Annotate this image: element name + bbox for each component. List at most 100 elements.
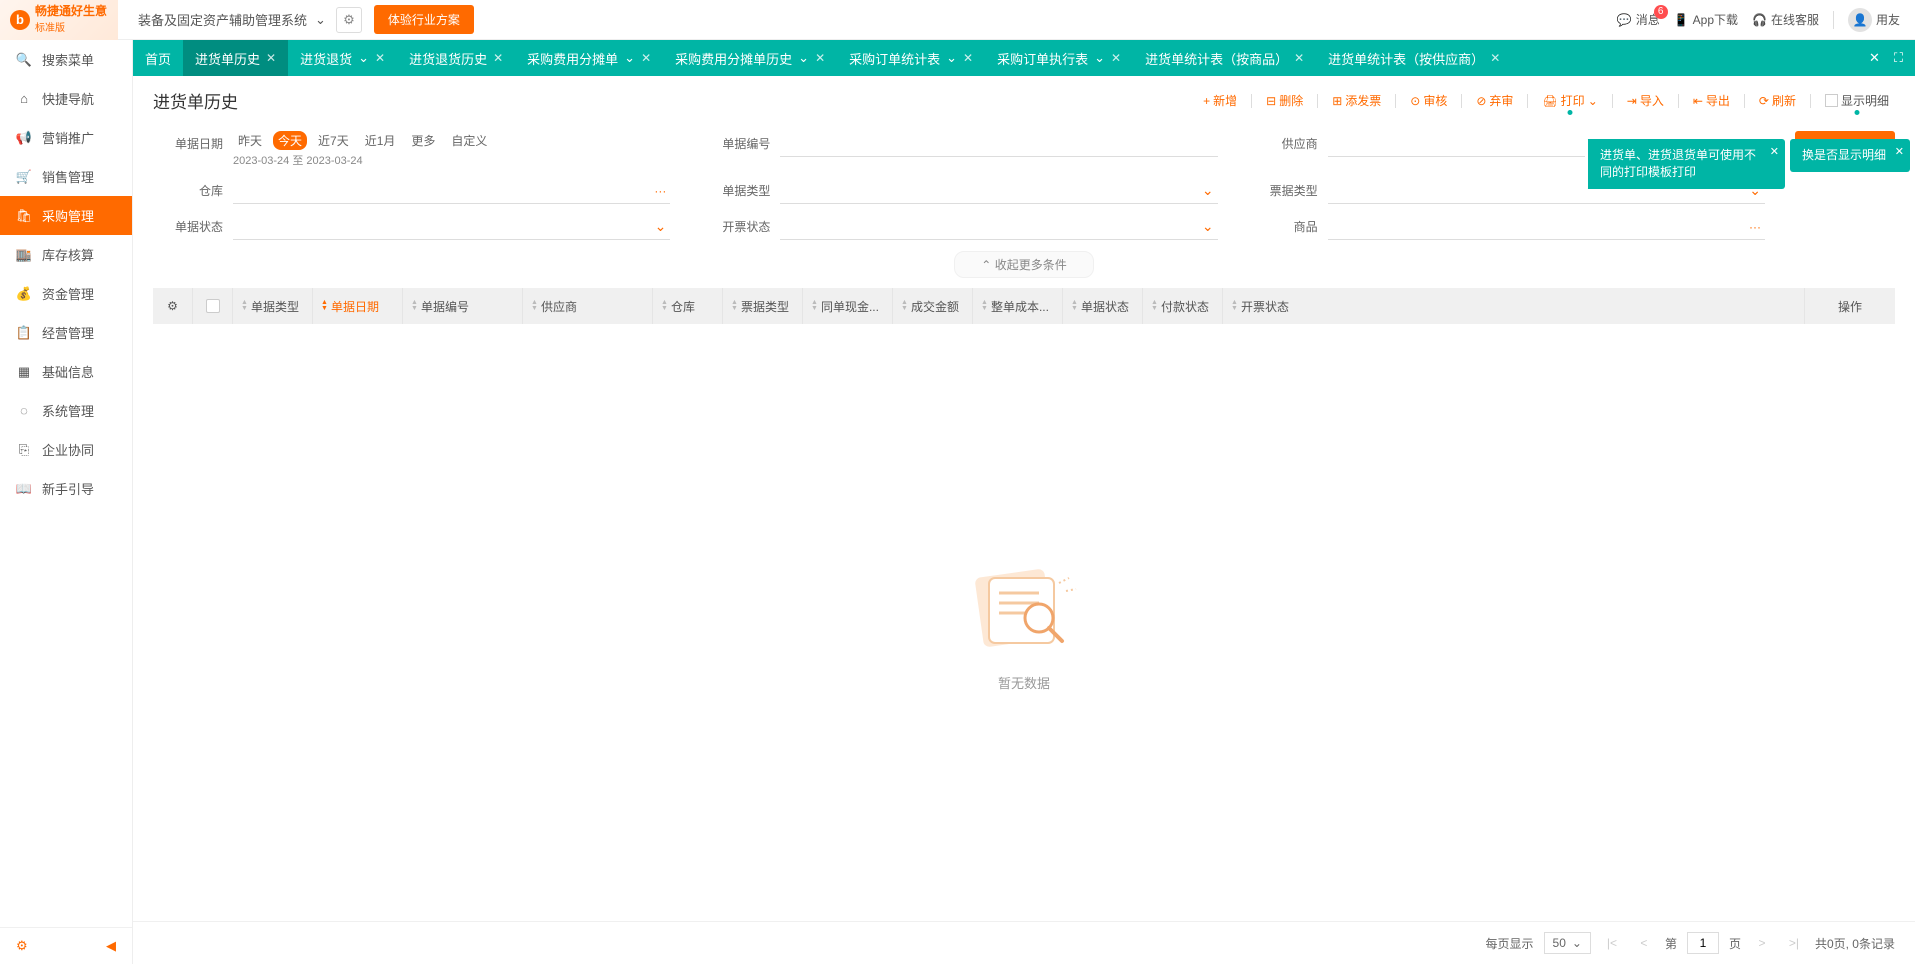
sidebar-item-funds[interactable]: 💰资金管理: [0, 274, 132, 313]
add-button[interactable]: +新增: [1197, 89, 1243, 112]
checkbox-icon: [206, 299, 220, 313]
collapse-label: 收起更多条件: [995, 258, 1067, 272]
col-deal-amount[interactable]: ▲▼成交金额: [893, 288, 973, 324]
tab-purchase-return-history[interactable]: 进货退货历史✕: [397, 40, 515, 76]
date-opt-custom[interactable]: 自定义: [446, 131, 492, 150]
sidebar-settings-icon[interactable]: ⚙: [16, 938, 28, 954]
add-invoice-button[interactable]: ⊞添发票: [1326, 89, 1387, 112]
col-cash[interactable]: ▲▼同单现金...: [803, 288, 893, 324]
sidebar-collapse-icon[interactable]: ◀: [106, 938, 116, 954]
tab-stats-product[interactable]: 进货单统计表（按商品） ✕: [1133, 40, 1316, 76]
tab-label: 进货单统计表（按商品）: [1145, 49, 1288, 68]
audit-button[interactable]: ⊙审核: [1404, 89, 1453, 112]
close-icon[interactable]: ✕: [1770, 145, 1779, 160]
logo-sub: 标准版: [35, 19, 107, 34]
invoice-icon: ⊞: [1332, 94, 1342, 108]
print-button[interactable]: 🖨打印⌄: [1536, 89, 1603, 112]
close-icon[interactable]: ✕: [375, 51, 385, 65]
doc-no-input[interactable]: [780, 131, 1217, 157]
table-settings-button[interactable]: ⚙: [153, 288, 193, 324]
tab-stats-supplier[interactable]: 进货单统计表（按供应商）✕: [1316, 40, 1512, 76]
close-icon[interactable]: ✕: [493, 51, 503, 65]
sidebar-item-label: 快捷导航: [42, 89, 94, 108]
delete-button[interactable]: ⊟删除: [1260, 89, 1309, 112]
select-all-checkbox[interactable]: [193, 288, 233, 324]
date-opt-7days[interactable]: 近7天: [313, 131, 354, 150]
sidebar-item-marketing[interactable]: 📢营销推广: [0, 118, 132, 157]
doc-status-select[interactable]: [233, 214, 670, 240]
show-detail-toggle[interactable]: 显示明细: [1819, 89, 1895, 112]
tab-order-stats[interactable]: 采购订单统计表⌄✕: [837, 40, 985, 76]
last-page-button[interactable]: >|: [1783, 932, 1805, 954]
sidebar-item-collab[interactable]: ⎘企业协同: [0, 430, 132, 469]
col-doc-type[interactable]: ▲▼单据类型: [233, 288, 313, 324]
import-button[interactable]: ⇥导入: [1621, 89, 1670, 112]
date-opt-more[interactable]: 更多: [406, 131, 440, 150]
close-icon[interactable]: ✕: [641, 51, 651, 65]
export-button[interactable]: ⇤导出: [1687, 89, 1736, 112]
col-action: 操作: [1805, 288, 1895, 324]
col-doc-no[interactable]: ▲▼单据编号: [403, 288, 523, 324]
next-page-button[interactable]: >: [1751, 932, 1773, 954]
settings-button[interactable]: ⚙: [336, 7, 362, 33]
date-opt-today[interactable]: 今天: [273, 131, 307, 150]
sidebar-item-operation[interactable]: 📋经营管理: [0, 313, 132, 352]
page-size-select[interactable]: 50⌄: [1544, 932, 1591, 954]
date-opt-yesterday[interactable]: 昨天: [233, 131, 267, 150]
app-download-button[interactable]: 📱 App下载: [1674, 11, 1738, 28]
close-all-tabs-icon[interactable]: ✕: [1865, 50, 1884, 66]
sidebar-item-search[interactable]: 🔍搜索菜单: [0, 40, 132, 79]
col-doc-status[interactable]: ▲▼单据状态: [1063, 288, 1143, 324]
fullscreen-icon[interactable]: ⛶: [1890, 50, 1907, 66]
date-opt-1month[interactable]: 近1月: [360, 131, 401, 150]
col-invoice-type[interactable]: ▲▼票据类型: [723, 288, 803, 324]
system-selector[interactable]: 装备及固定资产辅助管理系统 ⌄: [138, 10, 326, 29]
sidebar-item-quick[interactable]: ⌂快捷导航: [0, 79, 132, 118]
col-cost[interactable]: ▲▼整单成本...: [973, 288, 1063, 324]
page-content: 进货单历史 +新增 ⊟删除 ⊞添发票 ⊙审核 ⊘弃审 🖨打印⌄ ⇥导入: [133, 76, 1915, 964]
sidebar-item-sales[interactable]: 🛒销售管理: [0, 157, 132, 196]
tab-purchase-return[interactable]: 进货退货⌄✕: [288, 40, 397, 76]
tab-cost-allocation[interactable]: 采购费用分摊单⌄✕: [515, 40, 663, 76]
tab-home[interactable]: 首页: [133, 40, 183, 76]
first-page-button[interactable]: |<: [1601, 932, 1623, 954]
close-icon[interactable]: ✕: [1294, 51, 1304, 65]
page-input[interactable]: [1687, 932, 1719, 954]
close-icon[interactable]: ✕: [1895, 145, 1904, 160]
online-service-button[interactable]: 🎧 在线客服: [1752, 11, 1819, 28]
doc-type-select[interactable]: [780, 178, 1217, 204]
trial-button[interactable]: 体验行业方案: [374, 5, 474, 34]
tab-cost-allocation-history[interactable]: 采购费用分摊单历史⌄✕: [663, 40, 837, 76]
close-icon[interactable]: ✕: [1111, 51, 1121, 65]
product-input[interactable]: [1328, 214, 1765, 240]
sidebar-item-purchase[interactable]: 🛍采购管理: [0, 196, 132, 235]
sidebar-item-guide[interactable]: 📖新手引导: [0, 469, 132, 508]
divider: [1833, 11, 1834, 29]
sidebar-item-basic[interactable]: ▦基础信息: [0, 352, 132, 391]
col-supplier[interactable]: ▲▼供应商: [523, 288, 653, 324]
invoice-status-select[interactable]: [780, 214, 1217, 240]
close-icon[interactable]: ✕: [1490, 51, 1500, 65]
abandon-button[interactable]: ⊘弃审: [1470, 89, 1519, 112]
sidebar-item-system[interactable]: ◌系统管理: [0, 391, 132, 430]
collapse-filters-button[interactable]: ⌃ 收起更多条件: [954, 251, 1094, 278]
close-icon[interactable]: ✕: [266, 51, 276, 65]
page-size-label: 每页显示: [1486, 935, 1534, 952]
col-invoice-status[interactable]: ▲▼开票状态: [1223, 288, 1805, 324]
tab-purchase-history[interactable]: 进货单历史✕: [183, 40, 288, 76]
tab-order-exec[interactable]: 采购订单执行表⌄✕: [985, 40, 1133, 76]
col-warehouse[interactable]: ▲▼仓库: [653, 288, 723, 324]
close-icon[interactable]: ✕: [815, 51, 825, 65]
sort-icon: ▲▼: [661, 300, 668, 312]
message-button[interactable]: 💬 消息 6: [1617, 11, 1660, 28]
sidebar-item-inventory[interactable]: 🏬库存核算: [0, 235, 132, 274]
sidebar-item-label: 库存核算: [42, 245, 94, 264]
refresh-button[interactable]: ⟳刷新: [1753, 89, 1802, 112]
user-menu[interactable]: 👤 用友: [1848, 8, 1900, 32]
col-pay-status[interactable]: ▲▼付款状态: [1143, 288, 1223, 324]
warehouse-input[interactable]: [233, 178, 670, 204]
prev-page-button[interactable]: <: [1633, 932, 1655, 954]
col-doc-date[interactable]: ▲▼单据日期: [313, 288, 403, 324]
sidebar-item-label: 新手引导: [42, 479, 94, 498]
close-icon[interactable]: ✕: [963, 51, 973, 65]
